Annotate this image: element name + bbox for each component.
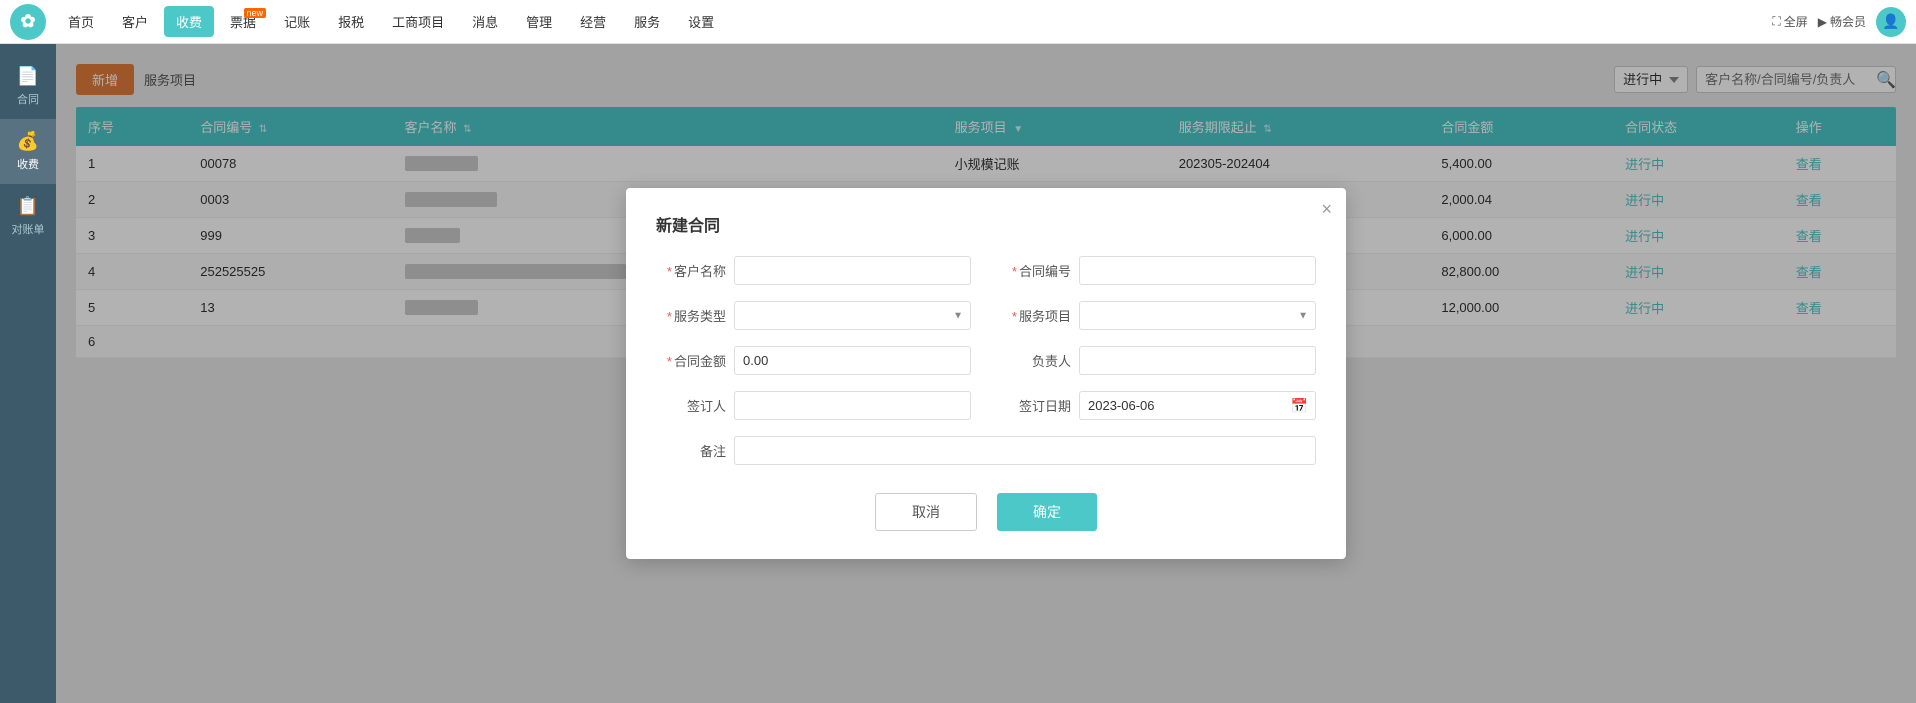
remarks-label: 备注 [656,441,726,460]
statement-icon: 📋 [17,196,39,217]
member-button[interactable]: ▶ 畅会员 [1818,13,1866,30]
contract-no-input[interactable] [1079,256,1316,285]
fee-icon: 💰 [17,131,39,152]
top-navigation: ✿ 首页 客户 收费 票据 new 记账 报税 工商项目 消息 管理 经营 服务… [0,0,1916,44]
nav-manage[interactable]: 管理 [514,6,564,37]
responsible-input[interactable] [1079,346,1316,375]
service-type-select[interactable] [734,301,971,330]
responsible-row: 负责人 [1001,346,1316,375]
calendar-icon[interactable]: 📅 [1291,397,1308,414]
main-layout: 📄 合同 💰 收费 📋 对账单 新增 服务项目 进行中 已完成 已终止 🔍 [0,44,1916,703]
responsible-label: 负责人 [1001,351,1071,370]
contract-no-label: *合同编号 [1001,261,1071,280]
modal-footer: 取消 确定 [656,493,1316,531]
sign-date-wrapper: 📅 [1079,391,1316,420]
service-type-select-wrapper: ▼ [734,301,971,330]
remarks-input[interactable] [734,436,1316,465]
service-item-select[interactable] [1079,301,1316,330]
sign-date-label: 签订日期 [1001,396,1071,415]
nav-message[interactable]: 消息 [460,6,510,37]
nav-settings[interactable]: 设置 [676,6,726,37]
contract-no-row: *合同编号 [1001,256,1316,285]
service-item-row: *服务项目 ▼ [1001,301,1316,330]
customer-name-row: *客户名称 [656,256,971,285]
required-mark5: * [667,354,672,369]
modal-title: 新建合同 [656,212,1316,236]
member-icon: ▶ [1818,15,1827,29]
logo: ✿ [10,4,46,40]
nav-business[interactable]: 工商项目 [380,6,456,37]
sign-date-input[interactable] [1079,391,1316,420]
required-mark4: * [1012,309,1017,324]
cancel-button[interactable]: 取消 [875,493,977,531]
customer-name-label: *客户名称 [656,261,726,280]
sidebar-label-contract: 合同 [17,91,39,107]
sidebar-label-statement: 对账单 [12,221,45,237]
logo-icon: ✿ [20,11,35,32]
sidebar: 📄 合同 💰 收费 📋 对账单 [0,44,56,703]
modal-close-button[interactable]: × [1321,200,1332,218]
sidebar-item-contract[interactable]: 📄 合同 [0,54,56,119]
service-type-label: *服务类型 [656,306,726,325]
contract-icon: 📄 [17,66,39,87]
signer-label: 签订人 [656,396,726,415]
sidebar-item-fee[interactable]: 💰 收费 [0,119,56,184]
nav-menu: 首页 客户 收费 票据 new 记账 报税 工商项目 消息 管理 经营 服务 设… [56,6,1772,37]
nav-customer[interactable]: 客户 [110,6,160,37]
required-mark2: * [1012,264,1017,279]
contract-amount-row: *合同金额 [656,346,971,375]
nav-operation[interactable]: 经营 [568,6,618,37]
service-type-row: *服务类型 ▼ [656,301,971,330]
nav-fee[interactable]: 收费 [164,6,214,37]
fullscreen-button[interactable]: ⛶ 全屏 [1772,13,1807,30]
required-mark3: * [667,309,672,324]
signer-row: 签订人 [656,391,971,420]
contract-amount-label: *合同金额 [656,351,726,370]
sidebar-item-statement[interactable]: 📋 对账单 [0,184,56,249]
nav-right: ⛶ 全屏 ▶ 畅会员 👤 [1772,7,1906,37]
nav-home[interactable]: 首页 [56,6,106,37]
sign-date-row: 签订日期 📅 [1001,391,1316,420]
nav-service[interactable]: 服务 [622,6,672,37]
sidebar-label-fee: 收费 [17,156,39,172]
customer-name-input[interactable] [734,256,971,285]
member-label: 畅会员 [1830,13,1866,30]
required-mark: * [667,264,672,279]
fullscreen-icon: ⛶ [1772,14,1780,29]
new-contract-modal: × 新建合同 *客户名称 *合同编号 [626,188,1346,559]
service-item-label: *服务项目 [1001,306,1071,325]
signer-input[interactable] [734,391,971,420]
modal-form: *客户名称 *合同编号 *服务类型 [656,256,1316,465]
nav-bookkeeping[interactable]: 记账 [272,6,322,37]
nav-tax[interactable]: 报税 [326,6,376,37]
service-item-select-wrapper: ▼ [1079,301,1316,330]
confirm-button[interactable]: 确定 [997,493,1097,531]
nav-invoice[interactable]: 票据 new [218,6,268,37]
contract-amount-input[interactable] [734,346,971,375]
new-badge: new [244,8,267,18]
user-avatar[interactable]: 👤 [1876,7,1906,37]
remarks-row: 备注 [656,436,1316,465]
content-area: 新增 服务项目 进行中 已完成 已终止 🔍 序号 合同编号 ⇅ 客户名 [56,44,1916,703]
modal-overlay: × 新建合同 *客户名称 *合同编号 [56,44,1916,703]
fullscreen-label: 全屏 [1784,13,1808,30]
